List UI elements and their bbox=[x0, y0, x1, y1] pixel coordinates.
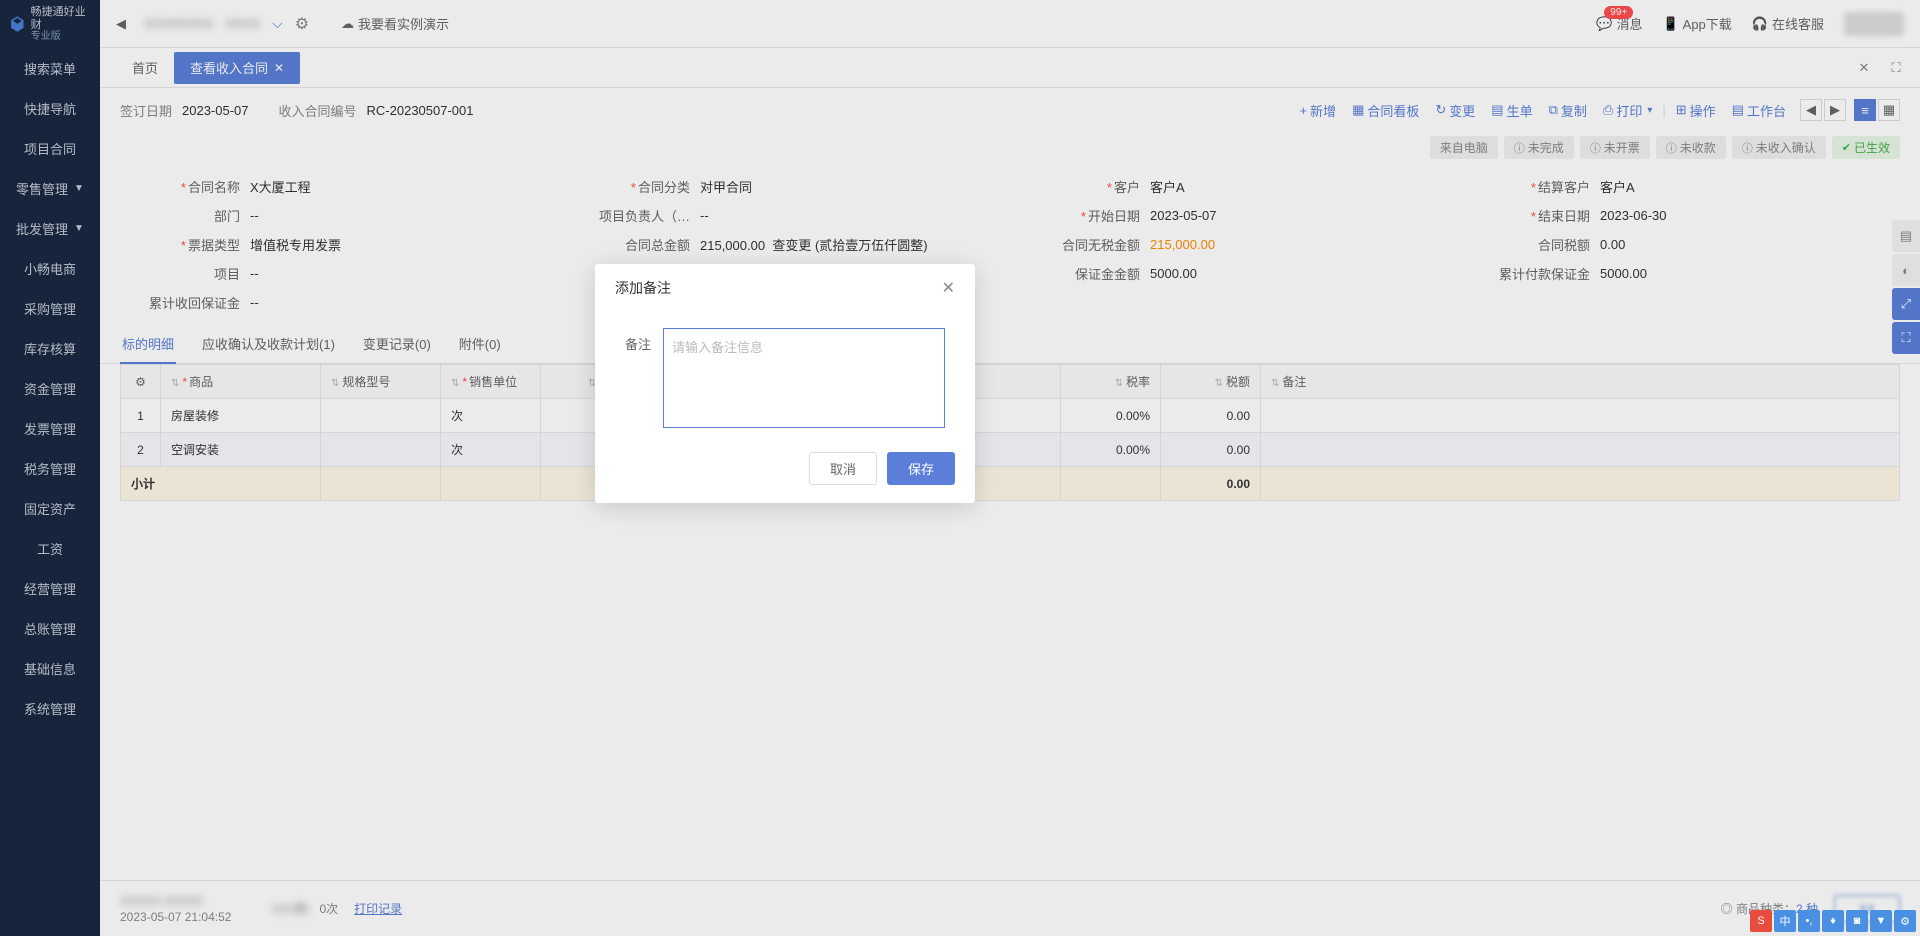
cancel-button[interactable]: 取消 bbox=[809, 452, 877, 485]
remark-textarea[interactable] bbox=[663, 328, 945, 428]
ime-btn[interactable]: S bbox=[1750, 910, 1772, 932]
ime-btn[interactable]: ▼ bbox=[1870, 910, 1892, 932]
ime-bar: S 中 •, ♦ ◙ ▼ ⚙ bbox=[1750, 910, 1916, 932]
add-remark-modal: 添加备注 ✕ 备注 取消 保存 bbox=[595, 264, 975, 503]
ime-btn[interactable]: ◙ bbox=[1846, 910, 1868, 932]
save-button[interactable]: 保存 bbox=[887, 452, 955, 485]
ime-btn[interactable]: ♦ bbox=[1822, 910, 1844, 932]
ime-btn[interactable]: 中 bbox=[1774, 910, 1796, 932]
modal-close-icon[interactable]: ✕ bbox=[942, 278, 955, 298]
ime-btn[interactable]: ⚙ bbox=[1894, 910, 1916, 932]
modal-remark-label: 备注 bbox=[625, 328, 651, 428]
modal-title: 添加备注 bbox=[615, 278, 671, 298]
ime-btn[interactable]: •, bbox=[1798, 910, 1820, 932]
